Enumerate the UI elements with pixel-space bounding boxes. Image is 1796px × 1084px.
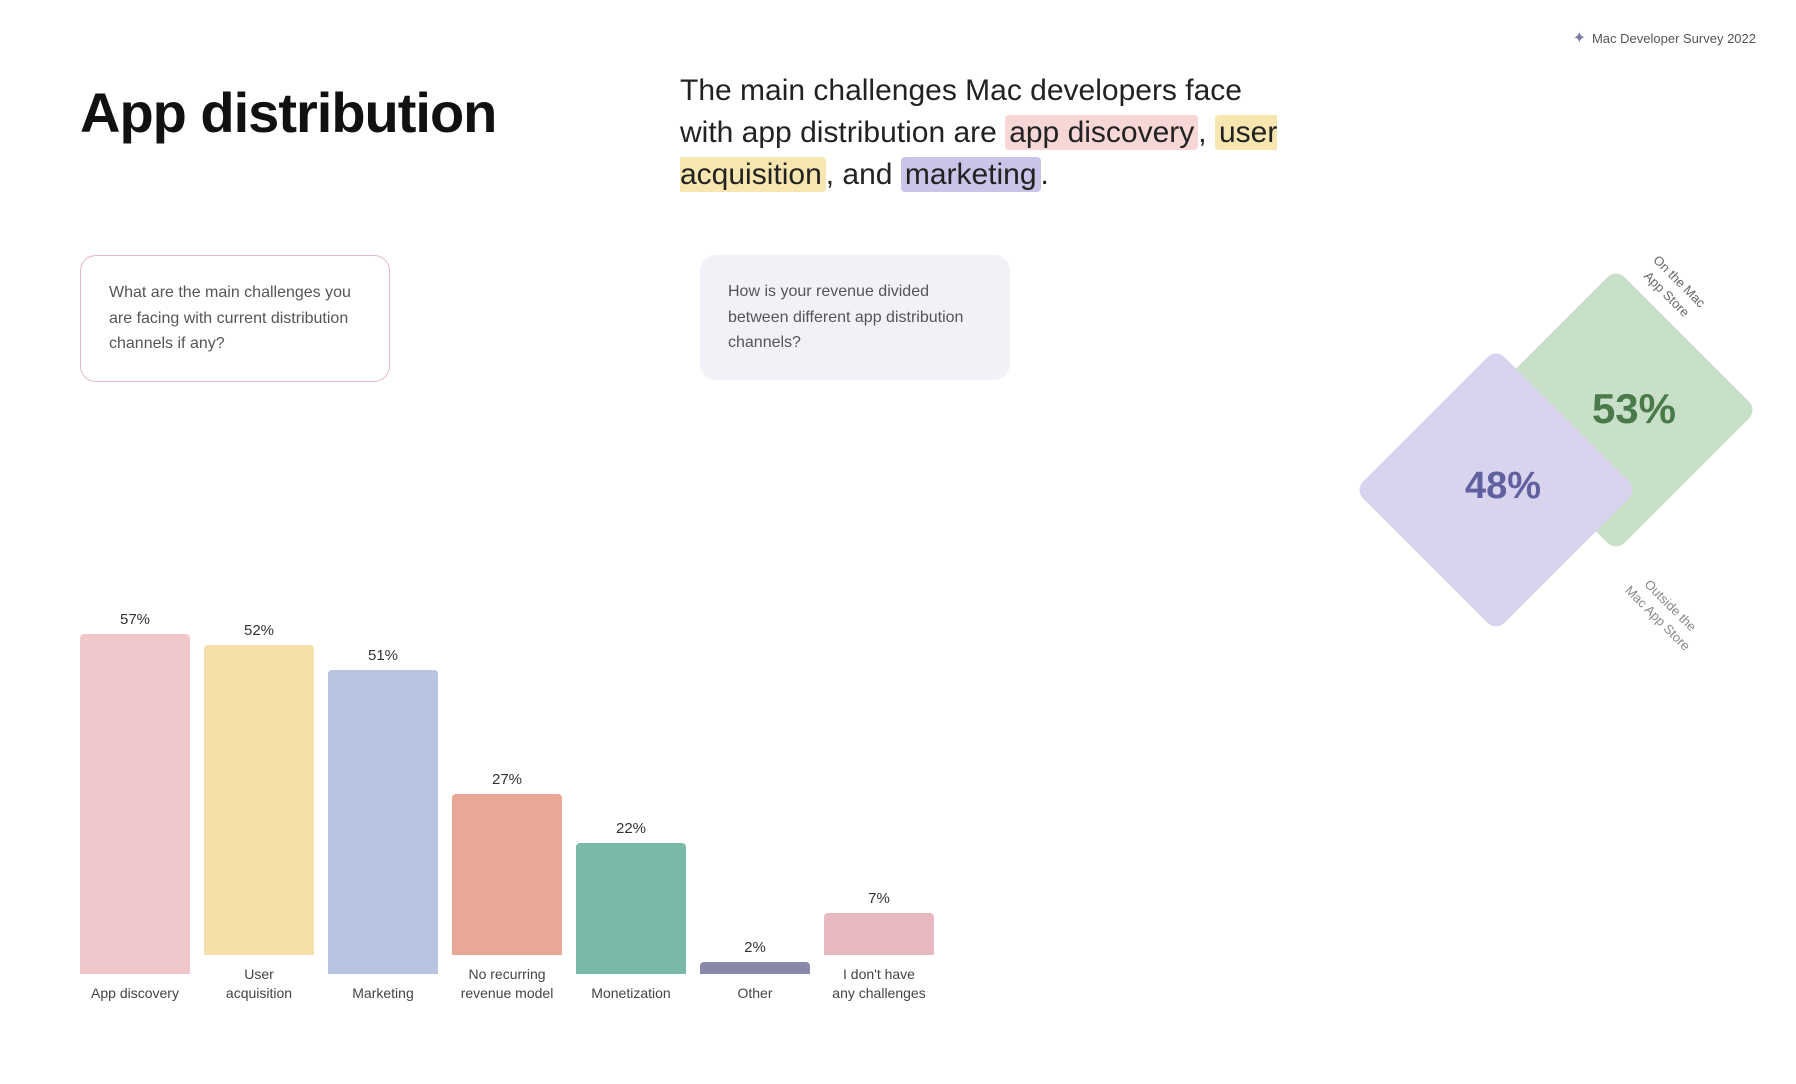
bar-label-0: App discovery <box>85 984 185 1004</box>
bar-pct-1: 52% <box>244 622 274 639</box>
diamond-container: 53% 48% On the MacApp Store Outside theM… <box>1316 270 1736 650</box>
bar-pct-3: 27% <box>492 771 522 788</box>
bar-pct-2: 51% <box>368 647 398 664</box>
bar-label-3: No recurring revenue model <box>457 965 557 1004</box>
bar-group-1: 52% User acquisition <box>204 622 314 1004</box>
diamond-lavender-label: Outside theMac App Store <box>1620 569 1706 655</box>
bar-label-5: Other <box>705 984 805 1004</box>
question-right-text: How is your revenue divided between diff… <box>728 283 963 351</box>
bar-rect-1 <box>204 645 314 955</box>
bar-pct-5: 2% <box>744 939 766 956</box>
bar-pct-6: 7% <box>868 890 890 907</box>
bar-pct-4: 22% <box>616 820 646 837</box>
bar-rect-2 <box>328 670 438 974</box>
logo-icon: ✦ <box>1573 28 1586 48</box>
bar-rect-4 <box>576 843 686 974</box>
question-box-right: How is your revenue divided between diff… <box>700 255 1010 380</box>
bar-group-5: 2% Other <box>700 939 810 1004</box>
headline-connector2: , and <box>826 158 901 191</box>
diamond-green-pct: 53% <box>1592 385 1676 433</box>
question-left-text: What are the main challenges you are fac… <box>109 284 351 352</box>
bar-rect-0 <box>80 634 190 974</box>
bar-chart: 57% App discovery 52% User acquisition 51% Ma… <box>80 544 980 1004</box>
headline: The main challenges Mac developers face … <box>680 70 1300 196</box>
bar-group-6: 7% I don't have any challenges <box>824 890 934 1004</box>
bar-label-1: User acquisition <box>209 965 309 1004</box>
bar-rect-5 <box>700 962 810 974</box>
bar-label-6: I don't have any challenges <box>829 965 929 1004</box>
bar-group-0: 57% App discovery <box>80 611 190 1004</box>
bar-pct-0: 57% <box>120 611 150 628</box>
header-logo: ✦ Mac Developer Survey 2022 <box>1573 28 1756 48</box>
bar-rect-3 <box>452 794 562 955</box>
bar-label-2: Marketing <box>333 984 433 1004</box>
question-box-left: What are the main challenges you are fac… <box>80 255 390 382</box>
page-title: App distribution <box>80 80 496 145</box>
bar-label-4: Monetization <box>581 984 681 1004</box>
headline-suffix: . <box>1041 158 1049 191</box>
diamond-lavender-pct: 48% <box>1465 465 1541 508</box>
bar-group-3: 27% No recurring revenue model <box>452 771 562 1004</box>
highlight-marketing: marketing <box>901 157 1041 192</box>
highlight-app-discovery: app discovery <box>1005 115 1198 150</box>
bar-rect-6 <box>824 913 934 955</box>
bar-group-2: 51% Marketing <box>328 647 438 1004</box>
bar-group-4: 22% Monetization <box>576 820 686 1004</box>
headline-connector1: , <box>1198 116 1215 149</box>
logo-text: Mac Developer Survey 2022 <box>1592 31 1756 46</box>
